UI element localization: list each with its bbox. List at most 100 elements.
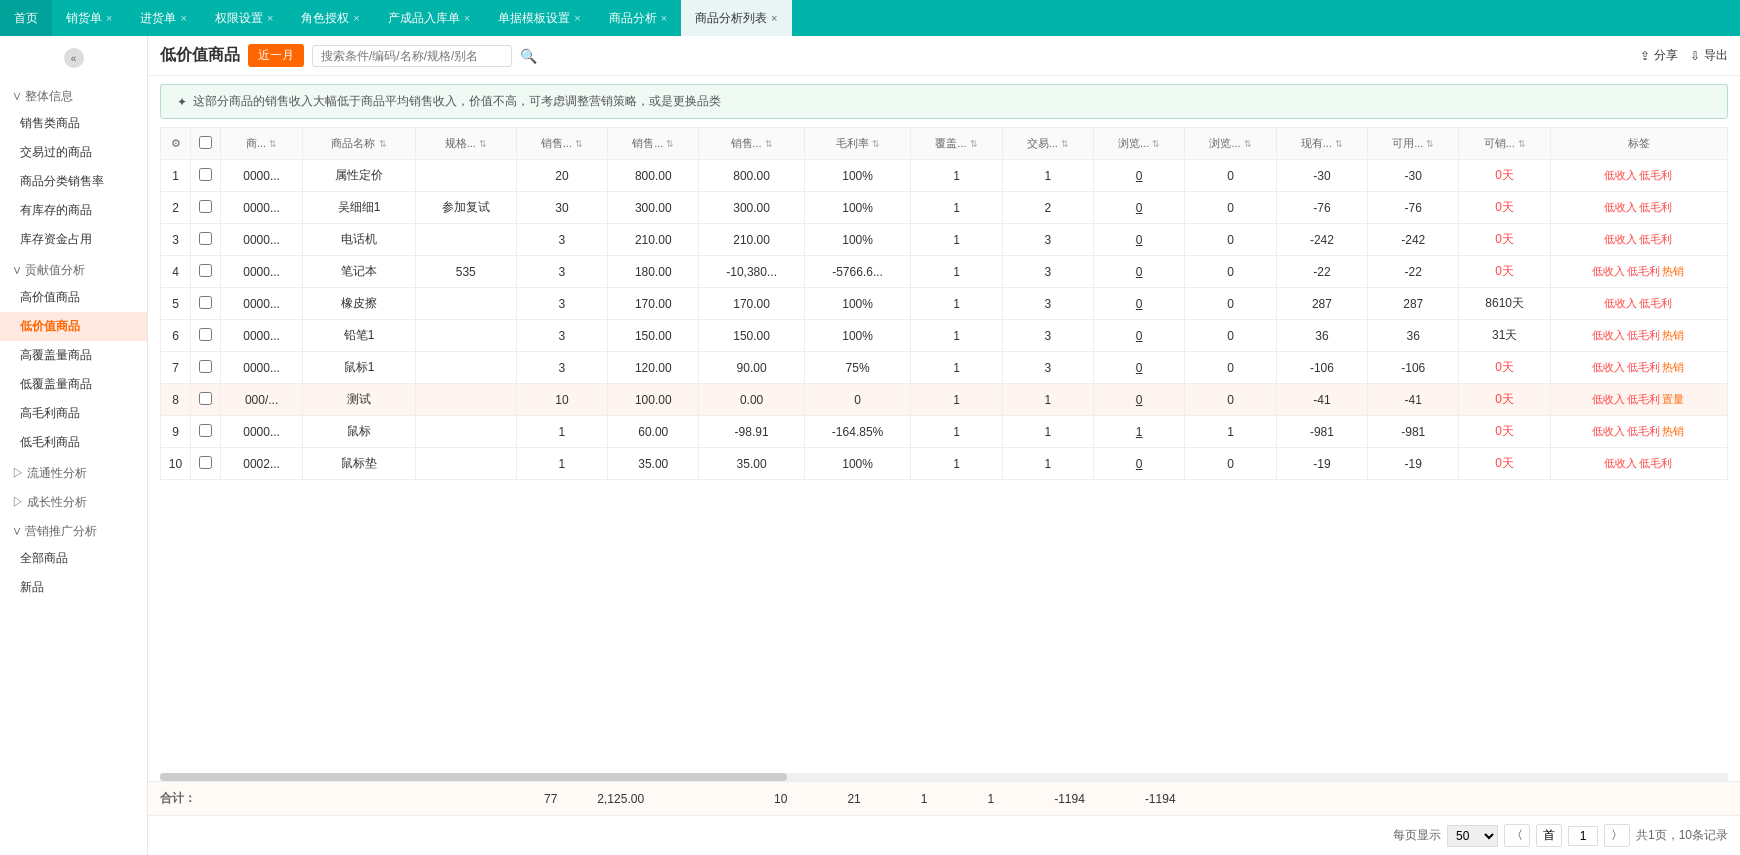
row-days: 0天	[1459, 384, 1550, 416]
sidebar-item-capital[interactable]: 库存资金占用	[0, 225, 147, 254]
nav-close-analysis[interactable]: ×	[661, 12, 667, 24]
row-checkbox[interactable]	[191, 256, 221, 288]
row-checkbox[interactable]	[191, 320, 221, 352]
tag-label: 低毛利	[1627, 329, 1660, 341]
checkbox-col-header[interactable]	[191, 128, 221, 160]
row-s3: 800.00	[699, 160, 804, 192]
row-checkbox[interactable]	[191, 448, 221, 480]
tag-label: 低收入	[1592, 393, 1625, 405]
row-margin: 75%	[804, 352, 910, 384]
alert-icon: ✦	[177, 95, 187, 109]
sidebar-group-growth[interactable]: ▷ 成长性分析	[0, 486, 147, 515]
row-checkbox[interactable]	[191, 224, 221, 256]
export-button[interactable]: ⇩ 导出	[1690, 47, 1728, 64]
nav-close-sales[interactable]: ×	[106, 12, 112, 24]
sidebar-item-low-coverage[interactable]: 低覆盖量商品	[0, 370, 147, 399]
table-container[interactable]: ⚙ 商... ⇅ 商品名称 ⇅ 规格... ⇅ 销售... ⇅ 销售... ⇅ …	[148, 127, 1740, 773]
sidebar-group-marketing[interactable]: ∨ 营销推广分析	[0, 515, 147, 544]
nav-role-auth[interactable]: 角色授权 ×	[287, 0, 373, 36]
nav-analysis-list[interactable]: 商品分析列表 ×	[681, 0, 791, 36]
row-cover: 1	[911, 320, 1002, 352]
sidebar-item-category-rate[interactable]: 商品分类销售率	[0, 167, 147, 196]
row-checkbox[interactable]	[191, 352, 221, 384]
row-checkbox[interactable]	[191, 192, 221, 224]
search-icon[interactable]: 🔍	[520, 48, 537, 64]
row-checkbox[interactable]	[191, 384, 221, 416]
row-s3: 150.00	[699, 320, 804, 352]
sidebar-item-high-margin[interactable]: 高毛利商品	[0, 399, 147, 428]
sidebar-collapse-btn[interactable]: «	[64, 48, 84, 68]
sidebar-group-contribution[interactable]: ∨ 贡献值分析	[0, 254, 147, 283]
col-name: 商品名称 ⇅	[303, 128, 416, 160]
pagination-bar: 每页显示 50 100 200 〈 首 〉 共1页，10条记录	[148, 815, 1740, 855]
filter-period-button[interactable]: 近一月	[248, 44, 304, 67]
nav-close-permissions[interactable]: ×	[267, 12, 273, 24]
sidebar-group-flow[interactable]: ▷ 流通性分析	[0, 457, 147, 486]
nav-close-role[interactable]: ×	[353, 12, 359, 24]
tag-label: 低毛利	[1627, 361, 1660, 373]
footer-cover: 10	[774, 792, 787, 806]
nav-close-purchase[interactable]: ×	[180, 12, 186, 24]
sidebar-item-low-margin[interactable]: 低毛利商品	[0, 428, 147, 457]
row-checkbox[interactable]	[191, 416, 221, 448]
main-layout: « ∨ 整体信息 销售类商品 交易过的商品 商品分类销售率 有库存的商品 库存资…	[0, 36, 1740, 855]
row-stock1: -76	[1276, 192, 1367, 224]
row-s3: 300.00	[699, 192, 804, 224]
sidebar-item-high-value[interactable]: 高价值商品	[0, 283, 147, 312]
scrollbar-thumb[interactable]	[160, 773, 787, 781]
tag-label: 低收入	[1604, 169, 1637, 181]
tag-label: 热销	[1662, 361, 1684, 373]
tag-label: 热销	[1662, 425, 1684, 437]
footer-s1: 77	[544, 792, 557, 806]
row-cover: 1	[911, 352, 1002, 384]
sidebar-item-sales-goods[interactable]: 销售类商品	[0, 109, 147, 138]
sidebar-item-all-goods[interactable]: 全部商品	[0, 544, 147, 573]
row-code: 000/...	[221, 384, 303, 416]
sidebar-item-high-coverage[interactable]: 高覆盖量商品	[0, 341, 147, 370]
row-tags: 低收入低毛利	[1550, 192, 1727, 224]
row-checkbox[interactable]	[191, 288, 221, 320]
nav-products-in[interactable]: 产成品入库单 ×	[374, 0, 484, 36]
current-page-input[interactable]	[1568, 826, 1598, 846]
row-code: 0000...	[221, 416, 303, 448]
row-name: 笔记本	[303, 256, 416, 288]
page-title: 低价值商品	[160, 45, 240, 66]
prev-page-label-btn[interactable]: 首	[1536, 824, 1562, 847]
row-cover: 1	[911, 160, 1002, 192]
row-stock2: -22	[1368, 256, 1459, 288]
nav-product-analysis[interactable]: 商品分析 ×	[595, 0, 681, 36]
row-checkbox[interactable]	[191, 160, 221, 192]
nav-close-list[interactable]: ×	[771, 12, 777, 24]
tag-label: 低收入	[1604, 233, 1637, 245]
search-input[interactable]	[312, 45, 512, 67]
row-trade: 1	[1002, 448, 1093, 480]
share-button[interactable]: ⇪ 分享	[1640, 47, 1678, 64]
next-page-btn[interactable]: 〉	[1604, 824, 1630, 847]
nav-permissions[interactable]: 权限设置 ×	[201, 0, 287, 36]
row-cover: 1	[911, 416, 1002, 448]
sidebar-item-low-value[interactable]: 低价值商品	[0, 312, 147, 341]
row-name: 橡皮擦	[303, 288, 416, 320]
sidebar-item-new-goods[interactable]: 新品	[0, 573, 147, 602]
nav-close-template[interactable]: ×	[574, 12, 580, 24]
sidebar-item-in-stock[interactable]: 有库存的商品	[0, 196, 147, 225]
row-browse1: 0	[1094, 192, 1185, 224]
nav-purchase[interactable]: 进货单 ×	[126, 0, 200, 36]
horizontal-scrollbar[interactable]	[160, 773, 1728, 781]
nav-close-products[interactable]: ×	[464, 12, 470, 24]
row-browse1: 0	[1094, 288, 1185, 320]
sidebar-item-traded[interactable]: 交易过的商品	[0, 138, 147, 167]
nav-sales[interactable]: 销货单 ×	[52, 0, 126, 36]
sidebar-group-overall[interactable]: ∨ 整体信息	[0, 80, 147, 109]
per-page-select[interactable]: 50 100 200	[1447, 825, 1498, 847]
nav-template[interactable]: 单据模板设置 ×	[484, 0, 594, 36]
row-no: 8	[161, 384, 191, 416]
nav-home[interactable]: 首页	[0, 0, 52, 36]
row-margin: 100%	[804, 224, 910, 256]
first-page-btn[interactable]: 〈	[1504, 824, 1530, 847]
row-spec	[415, 160, 516, 192]
row-tags: 低收入低毛利置量	[1550, 384, 1727, 416]
row-tags: 低收入低毛利热销	[1550, 352, 1727, 384]
settings-col-header[interactable]: ⚙	[161, 128, 191, 160]
footer-trade: 21	[847, 792, 860, 806]
